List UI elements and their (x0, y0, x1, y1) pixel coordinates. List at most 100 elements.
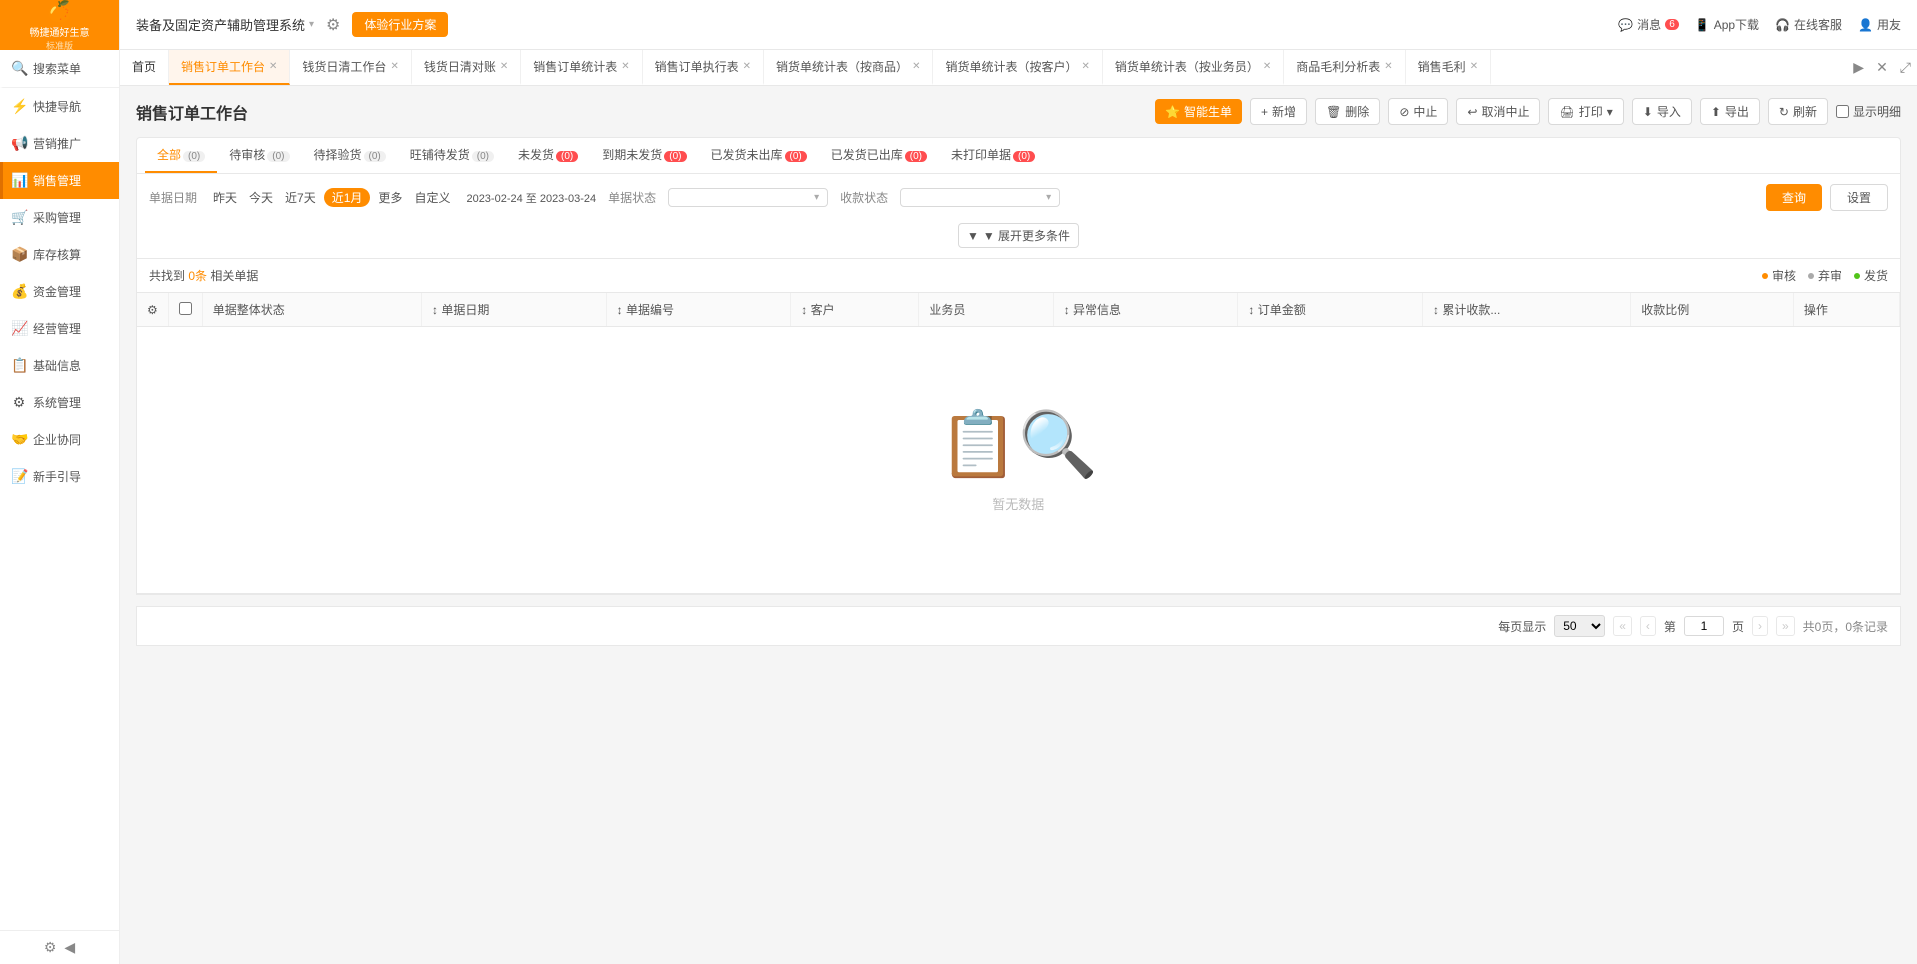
sub-tab-pending-review[interactable]: 待审核(0) (217, 138, 301, 173)
sidebar-collapse-button[interactable]: ◀ (64, 939, 75, 956)
export-button[interactable]: ⬆ 导出 (1700, 98, 1760, 125)
sidebar-item-operations[interactable]: 📈 经营管理 (0, 310, 119, 347)
topbar-settings-button[interactable]: ⚙ (326, 15, 340, 35)
sidebar-item-sales[interactable]: 📊 销售管理 (0, 162, 119, 199)
show-detail-checkbox-label[interactable]: 显示明细 (1836, 103, 1901, 120)
logo-icon: 🍊 (47, 0, 72, 24)
sidebar-item-enterprise[interactable]: 🤝 企业协同 (0, 421, 119, 458)
prev-page-button[interactable]: ‹ (1640, 616, 1656, 636)
sidebar-settings-button[interactable]: ⚙ (44, 939, 57, 956)
bottom-scrollbar[interactable] (136, 594, 1901, 606)
add-button[interactable]: + 新增 (1250, 98, 1307, 125)
date-btn-custom[interactable]: 自定义 (410, 187, 454, 208)
show-detail-checkbox[interactable] (1836, 105, 1849, 118)
tab-close-sales-stats-by-staff[interactable]: ✕ (1263, 61, 1271, 72)
review-action-button[interactable]: 审核 (1762, 267, 1796, 284)
th-bill-number[interactable]: ↕ 单据编号 (606, 293, 791, 327)
sub-tab-shipped-not-out[interactable]: 已发货未出库(0) (699, 138, 819, 173)
status-filter-select[interactable]: ▾ (668, 188, 828, 207)
refresh-button[interactable]: ↻ 刷新 (1768, 98, 1828, 125)
tab-sales-stats-by-product[interactable]: 销货单统计表（按商品） ✕ (764, 50, 933, 85)
tab-sales-stats-by-customer[interactable]: 销货单统计表（按客户） ✕ (933, 50, 1102, 85)
tab-cash-daily-work[interactable]: 钱货日清工作台 ✕ (290, 50, 411, 85)
tab-sales-stats-by-staff[interactable]: 销货单统计表（按业务员） ✕ (1103, 50, 1284, 85)
set-button[interactable]: 设置 (1830, 184, 1888, 211)
tab-close-sales-order-stats[interactable]: ✕ (621, 61, 629, 72)
tabs-close-all-button[interactable]: ✕ (1870, 55, 1894, 80)
sub-tab-wangpu-deliver[interactable]: 旺铺待发货(0) (398, 138, 506, 173)
sidebar-item-guide[interactable]: 📝 新手引导 (0, 458, 119, 495)
cancel-review-action-button[interactable]: 弃审 (1808, 267, 1842, 284)
delete-button[interactable]: 🗑 删除 (1315, 98, 1380, 125)
th-bill-date[interactable]: ↕ 单据日期 (421, 293, 606, 327)
page-actions: ⭐ 智能生单 + 新增 🗑 删除 ⊘ 中止 (1155, 98, 1901, 125)
trial-button[interactable]: 体验行业方案 (352, 12, 448, 37)
next-page-button[interactable]: › (1752, 616, 1768, 636)
th-total-received[interactable]: ↕ 累计收款... (1423, 293, 1631, 327)
select-all-checkbox[interactable] (179, 302, 192, 315)
page-size-select[interactable]: 10 20 50 100 (1554, 615, 1605, 637)
last-page-button[interactable]: » (1776, 616, 1795, 636)
page-header: 销售订单工作台 ⭐ 智能生单 + 新增 🗑 删除 ⊘ (136, 98, 1901, 125)
sidebar-item-purchase[interactable]: 🛒 采购管理 (0, 199, 119, 236)
print-dropdown-icon: ▾ (1607, 105, 1613, 119)
query-button[interactable]: 查询 (1766, 184, 1822, 211)
sub-tab-not-printed[interactable]: 未打印单据(0) (939, 138, 1047, 173)
sidebar-item-inventory[interactable]: 📦 库存核算 (0, 236, 119, 273)
tab-close-cash-daily-work[interactable]: ✕ (390, 61, 398, 72)
sidebar-item-search[interactable]: 🔍 搜索菜单 (0, 50, 119, 88)
tab-sales-order-stats[interactable]: 销售订单统计表 ✕ (521, 50, 642, 85)
ship-action-button[interactable]: 发货 (1854, 267, 1888, 284)
th-anomaly-info[interactable]: ↕ 异常信息 (1053, 293, 1238, 327)
tab-sales-order-workbench[interactable]: 销售订单工作台 ✕ (169, 50, 290, 85)
payment-filter-select[interactable]: ▾ (900, 188, 1060, 207)
sub-tab-expired-not-shipped[interactable]: 到期未发货(0) (590, 138, 698, 173)
user-button[interactable]: 👤 用友 (1858, 16, 1901, 33)
tab-cash-goods-reconcile[interactable]: 钱货日清对账 ✕ (412, 50, 521, 85)
date-btn-last1month[interactable]: 近1月 (324, 188, 371, 207)
tab-close-sales-stats-by-customer[interactable]: ✕ (1081, 61, 1089, 72)
tab-product-margin-analysis[interactable]: 商品毛利分析表 ✕ (1284, 50, 1405, 85)
date-btn-yesterday[interactable]: 昨天 (209, 187, 241, 208)
page-input[interactable] (1684, 616, 1724, 636)
th-settings[interactable]: ⚙ (137, 293, 168, 327)
sub-tab-not-shipped[interactable]: 未发货(0) (506, 138, 590, 173)
tab-close-sales-order-workbench[interactable]: ✕ (269, 61, 277, 72)
tab-close-product-margin-analysis[interactable]: ✕ (1384, 61, 1392, 72)
cancel-suspend-button[interactable]: ↩ 取消中止 (1456, 98, 1540, 125)
tab-close-sales-revenue[interactable]: ✕ (1470, 61, 1478, 72)
online-service-button[interactable]: 🎧 在线客服 (1775, 16, 1842, 33)
smart-create-button[interactable]: ⭐ 智能生单 (1155, 99, 1242, 124)
sidebar-item-finance[interactable]: 💰 资金管理 (0, 273, 119, 310)
tab-home[interactable]: 首页 (120, 50, 169, 85)
date-btn-last7[interactable]: 近7天 (281, 187, 320, 208)
expand-filter-button[interactable]: ▼ ▼ 展开更多条件 (958, 223, 1079, 248)
sidebar-item-marketing[interactable]: 📢 营销推广 (0, 125, 119, 162)
sub-tab-shipped-out[interactable]: 已发货已出库(0) (819, 138, 939, 173)
date-btn-today[interactable]: 今天 (245, 187, 277, 208)
tabs-more-button[interactable]: ▶ (1847, 55, 1870, 80)
sub-tab-pending-check[interactable]: 待择验货(0) (302, 138, 398, 173)
tabs-fullscreen-button[interactable]: ⤢ (1894, 55, 1917, 80)
sub-tab-all[interactable]: 全部(0) (145, 138, 217, 173)
sidebar-item-basic-info[interactable]: 📋 基础信息 (0, 347, 119, 384)
print-button[interactable]: 🖨 打印 ▾ (1548, 98, 1623, 125)
th-order-amount[interactable]: ↕ 订单金额 (1238, 293, 1423, 327)
title-dropdown-arrow[interactable]: ▾ (309, 19, 314, 30)
sidebar-item-system[interactable]: ⚙ 系统管理 (0, 384, 119, 421)
message-button[interactable]: 💬 消息 6 (1618, 16, 1679, 33)
tab-close-sales-stats-by-product[interactable]: ✕ (912, 61, 920, 72)
date-btn-more[interactable]: 更多 (374, 187, 406, 208)
th-checkbox[interactable] (168, 293, 202, 327)
tab-close-cash-goods-reconcile[interactable]: ✕ (500, 61, 508, 72)
tab-close-sales-order-exec[interactable]: ✕ (743, 61, 751, 72)
tab-sales-revenue[interactable]: 销售毛利 ✕ (1406, 50, 1491, 85)
sidebar-item-quick-nav[interactable]: ⚡ 快捷导航 (0, 88, 119, 125)
suspend-button[interactable]: ⊘ 中止 (1388, 98, 1448, 125)
app-download-button[interactable]: 📱 App下载 (1695, 16, 1759, 33)
import-button[interactable]: ⬇ 导入 (1632, 98, 1692, 125)
first-page-button[interactable]: « (1613, 616, 1632, 636)
pagination: 每页显示 10 20 50 100 « ‹ 第 页 › » 共0页，0条记录 (136, 606, 1901, 646)
th-customer[interactable]: ↕ 客户 (791, 293, 919, 327)
tab-sales-order-exec[interactable]: 销售订单执行表 ✕ (643, 50, 764, 85)
